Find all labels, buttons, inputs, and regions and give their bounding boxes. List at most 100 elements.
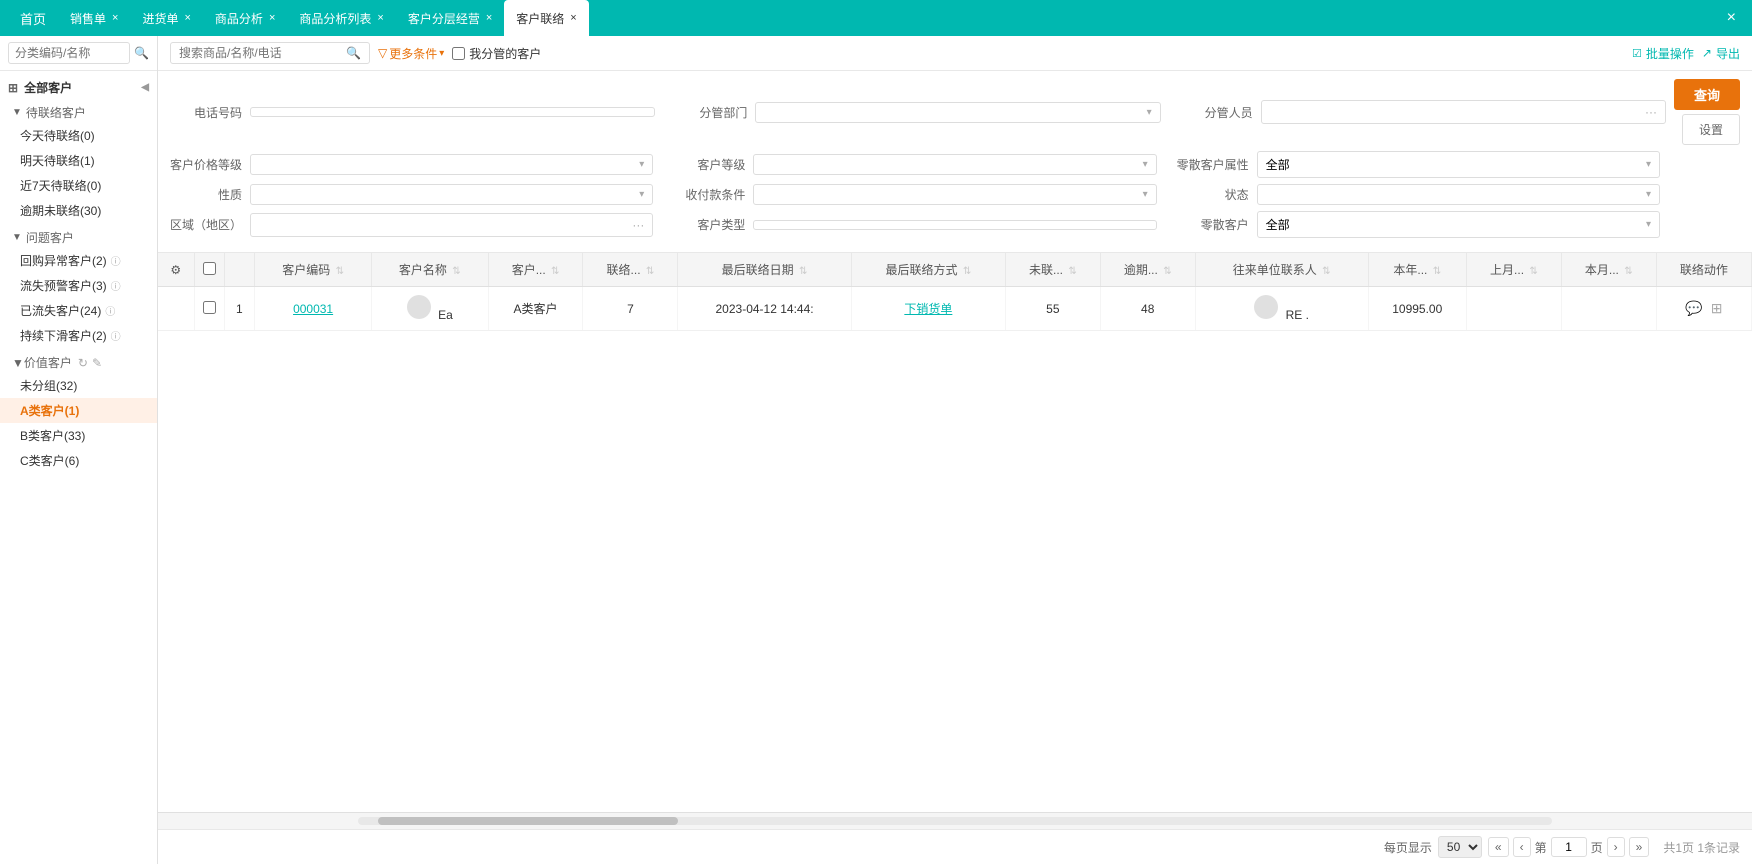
window-close-button[interactable]: × <box>1719 9 1744 27</box>
scroll-track[interactable] <box>358 817 1552 825</box>
customer-level-input[interactable]: ▾ <box>753 154 1156 175</box>
th-this-year[interactable]: 本年... ⇅ <box>1368 253 1466 287</box>
sidebar-item-churned[interactable]: 已流失客户(24) ⓘ <box>0 298 157 323</box>
nature-input[interactable]: ▾ <box>250 184 653 205</box>
sidebar-item-churn-warning[interactable]: 流失预警客户(3) ⓘ <box>0 273 157 298</box>
th-last-method[interactable]: 最后联络方式 ⇅ <box>851 253 1005 287</box>
export-button[interactable]: ↗ 导出 <box>1702 45 1740 62</box>
batch-icon: ☑ <box>1632 47 1642 60</box>
page-sep: 页 <box>1591 839 1603 856</box>
all-customers-header[interactable]: ⊞ 全部客户 ◀ <box>0 71 157 100</box>
close-customer-layer-tab[interactable]: × <box>486 12 492 24</box>
dept-arrow-icon: ▾ <box>1147 107 1152 118</box>
th-type[interactable]: 客户... ⇅ <box>488 253 583 287</box>
pending-contact-title[interactable]: ▼ 待联络客户 <box>0 100 157 123</box>
region-input[interactable]: ··· <box>250 213 653 237</box>
sidebar-search-icon[interactable]: 🔍 <box>134 46 149 60</box>
value-customers-title[interactable]: ▼ 价值客户 ↻ ✎ <box>0 350 157 373</box>
row-checkbox[interactable] <box>203 301 216 314</box>
retail-input[interactable]: 全部 ▾ <box>1257 211 1660 238</box>
filter-search-box: 🔍 <box>170 42 370 64</box>
batch-ops-button[interactable]: ☑ 批量操作 <box>1632 45 1694 62</box>
my-customers-label: 我分管的客户 <box>469 45 541 62</box>
nav-tab-customer-contact[interactable]: 客户联络 × <box>504 0 588 36</box>
scroll-thumb[interactable] <box>378 817 678 825</box>
select-all-checkbox[interactable] <box>203 262 216 275</box>
nav-tab-sales[interactable]: 销售单 × <box>58 0 130 36</box>
first-page-button[interactable]: « <box>1488 837 1509 857</box>
filter-more-conditions[interactable]: ▽ 更多条件 ▾ <box>378 45 444 62</box>
nav-home[interactable]: 首页 <box>8 9 58 28</box>
th-this-month[interactable]: 本月... ⇅ <box>1561 253 1656 287</box>
phone-label: 电话号码 <box>170 104 250 121</box>
customer-level-label: 客户等级 <box>673 156 753 173</box>
my-customers-checkbox[interactable] <box>452 47 465 60</box>
value-customers-group: ▼ 价值客户 ↻ ✎ 未分组(32) A类客户(1) B类客户(33) C类客户… <box>0 350 157 473</box>
nav-tab-purchase[interactable]: 进货单 × <box>130 0 202 36</box>
sort-icon-contact: ⇅ <box>646 266 654 277</box>
sidebar-item-b-class[interactable]: B类客户(33) <box>0 423 157 448</box>
nav-tab-analysis-list[interactable]: 商品分析列表 × <box>287 0 395 36</box>
qrcode-icon[interactable]: ⊞ <box>1711 300 1723 317</box>
query-button[interactable]: 查询 <box>1674 79 1740 110</box>
edit-icon[interactable]: ✎ <box>92 356 102 370</box>
message-icon[interactable]: 💬 <box>1685 300 1702 317</box>
per-page-select[interactable]: 50 <box>1438 836 1482 858</box>
close-sales-tab[interactable]: × <box>112 12 118 24</box>
payment-input[interactable]: ▾ <box>753 184 1156 205</box>
customer-code-link[interactable]: 000031 <box>293 302 333 316</box>
price-level-input[interactable]: ▾ <box>250 154 653 175</box>
horizontal-scrollbar[interactable] <box>158 812 1752 829</box>
th-code[interactable]: 客户编码 ⇅ <box>255 253 372 287</box>
filter-search-icon[interactable]: 🔍 <box>346 46 361 60</box>
export-icon: ↗ <box>1702 46 1712 60</box>
th-name[interactable]: 客户名称 ⇅ <box>371 253 488 287</box>
th-contact[interactable]: 联络... ⇅ <box>583 253 678 287</box>
th-settings[interactable]: ⚙ <box>158 253 194 287</box>
th-no-contact[interactable]: 未联... ⇅ <box>1005 253 1100 287</box>
phone-input[interactable] <box>250 107 655 117</box>
problem-customers-title[interactable]: ▼ 问题客户 <box>0 225 157 248</box>
th-unit-contact[interactable]: 往来单位联系人 ⇅ <box>1195 253 1368 287</box>
th-last-month[interactable]: 上月... ⇅ <box>1466 253 1561 287</box>
status-input[interactable]: ▾ <box>1257 184 1660 205</box>
next-page-button[interactable]: › <box>1607 837 1625 857</box>
sidebar-item-declining[interactable]: 持续下滑客户(2) ⓘ <box>0 323 157 348</box>
person-input[interactable]: ··· <box>1261 100 1666 124</box>
nav-tab-customer-layer[interactable]: 客户分层经营 × <box>396 0 504 36</box>
close-analysis-tab[interactable]: × <box>269 12 275 24</box>
sidebar-search-input[interactable] <box>8 42 130 64</box>
sidebar-item-overdue[interactable]: 逾期未联络(30) <box>0 198 157 223</box>
refresh-icon[interactable]: ↻ <box>78 356 88 370</box>
nav-tab-analysis[interactable]: 商品分析 × <box>203 0 287 36</box>
per-page-label: 每页显示 <box>1384 839 1432 856</box>
advanced-filter: 电话号码 分管部门 ▾ 分管人员 ··· <box>158 71 1752 253</box>
dept-input[interactable]: ▾ <box>755 102 1160 123</box>
page-navigation: « ‹ 第 页 › » <box>1488 837 1649 857</box>
close-analysis-list-tab[interactable]: × <box>377 12 383 24</box>
sidebar-item-a-class[interactable]: A类客户(1) <box>0 398 157 423</box>
close-customer-contact-tab[interactable]: × <box>570 12 576 24</box>
cell-this-year: 10995.00 <box>1368 287 1466 331</box>
sidebar-collapse-btn[interactable]: ◀ <box>141 82 149 93</box>
sidebar-item-c-class[interactable]: C类客户(6) <box>0 448 157 473</box>
page-number-input[interactable] <box>1551 837 1587 857</box>
last-method-link[interactable]: 下销货单 <box>904 302 952 316</box>
filter-search-input[interactable] <box>179 46 342 60</box>
total-info: 共1页 1条记录 <box>1663 839 1740 856</box>
sidebar-item-unclassified[interactable]: 未分组(32) <box>0 373 157 398</box>
data-table-container: ⚙ 客户编码 ⇅ 客户名称 ⇅ <box>158 253 1752 812</box>
th-last-date[interactable]: 最后联络日期 ⇅ <box>678 253 851 287</box>
customer-type-input[interactable] <box>753 220 1156 230</box>
close-purchase-tab[interactable]: × <box>184 12 190 24</box>
sidebar-item-repurchase-abnormal[interactable]: 回购异常客户(2) ⓘ <box>0 248 157 273</box>
sidebar-item-tomorrow[interactable]: 明天待联络(1) <box>0 148 157 173</box>
sidebar-item-today[interactable]: 今天待联络(0) <box>0 123 157 148</box>
retail-attr-input[interactable]: 全部 ▾ <box>1257 151 1660 178</box>
settings-button[interactable]: 设置 <box>1682 114 1740 145</box>
last-page-button[interactable]: » <box>1629 837 1650 857</box>
prev-page-button[interactable]: ‹ <box>1513 837 1531 857</box>
sidebar-item-7days[interactable]: 近7天待联络(0) <box>0 173 157 198</box>
sidebar: 🔍 ⊞ 全部客户 ◀ ▼ 待联络客户 今天待联络(0) 明天待联络(1) 近7天… <box>0 36 158 864</box>
th-overdue[interactable]: 逾期... ⇅ <box>1100 253 1195 287</box>
